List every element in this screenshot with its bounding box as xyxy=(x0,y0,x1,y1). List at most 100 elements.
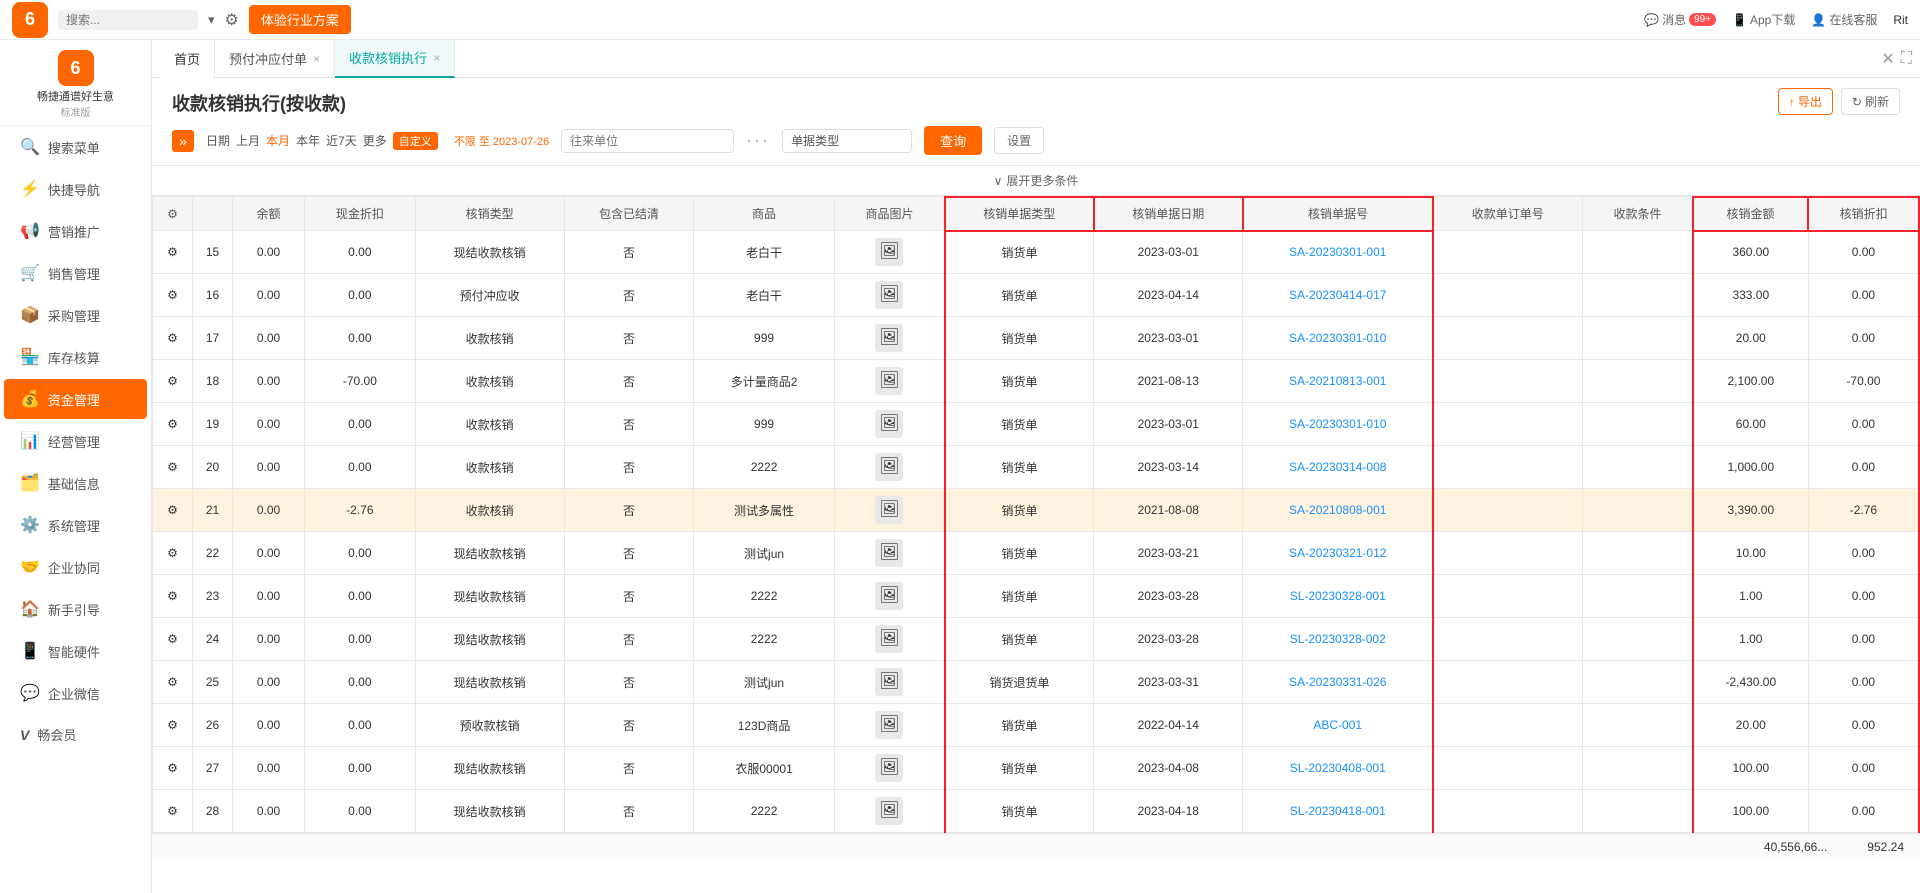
bill-no-link[interactable]: SA-20230314-008 xyxy=(1289,460,1386,474)
bill-type-select[interactable]: 单据类型 xyxy=(782,129,912,153)
row-bill-no[interactable]: SA-20230301-010 xyxy=(1243,403,1433,446)
tab-close-icon[interactable]: ✕ xyxy=(1881,49,1894,69)
row-gear[interactable]: ⚙ xyxy=(153,489,193,532)
row-gear[interactable]: ⚙ xyxy=(153,790,193,833)
row-gear[interactable]: ⚙ xyxy=(153,532,193,575)
app-download-link[interactable]: 📱 App下载 xyxy=(1732,11,1795,28)
row-bill-no[interactable]: SL-20230328-001 xyxy=(1243,575,1433,618)
row-verify-amount: 60.00 xyxy=(1693,403,1809,446)
row-gear[interactable]: ⚙ xyxy=(153,274,193,317)
bill-no-link[interactable]: SL-20230408-001 xyxy=(1290,761,1386,775)
bill-no-link[interactable]: ABC-001 xyxy=(1313,718,1362,732)
bill-no-link[interactable]: SA-20210813-001 xyxy=(1289,374,1386,388)
online-service-link[interactable]: 👤 在线客服 xyxy=(1811,11,1877,28)
tab-expand-icon[interactable]: ⛶ xyxy=(1901,50,1912,68)
sidebar-item-purchase[interactable]: 📦 采购管理 xyxy=(4,295,147,335)
bill-no-link[interactable]: SL-20230328-002 xyxy=(1290,632,1386,646)
tab-prepay[interactable]: 预付冲应付单 × xyxy=(215,40,335,78)
bill-no-link[interactable]: SA-20230301-010 xyxy=(1289,417,1386,431)
row-bill-no[interactable]: SA-20230301-010 xyxy=(1243,317,1433,360)
expand-conditions-bar[interactable]: ∨ 展开更多条件 xyxy=(152,166,1920,196)
row-bill-no[interactable]: SA-20230301-001 xyxy=(1243,231,1433,274)
sidebar-item-search[interactable]: 🔍 搜索菜单 xyxy=(4,127,147,167)
sidebar-item-wechat[interactable]: 💬 企业微信 xyxy=(4,673,147,713)
date-last-month[interactable]: 上月 xyxy=(236,132,260,149)
row-balance: 0.00 xyxy=(233,274,305,317)
row-bill-no[interactable]: SA-20210813-001 xyxy=(1243,360,1433,403)
sidebar-item-inventory[interactable]: 🏪 库存核算 xyxy=(4,337,147,377)
tab-prepay-close-icon[interactable]: × xyxy=(313,52,320,66)
bill-no-link[interactable]: SA-20230414-017 xyxy=(1289,288,1386,302)
date-custom[interactable]: 自定义 xyxy=(393,132,438,150)
refresh-button[interactable]: ↻ 刷新 xyxy=(1841,88,1900,115)
industry-solution-button[interactable]: 体验行业方案 xyxy=(249,5,351,34)
row-gear[interactable]: ⚙ xyxy=(153,747,193,790)
row-bill-no[interactable]: SL-20230328-002 xyxy=(1243,618,1433,661)
sidebar-item-marketing[interactable]: 📢 营销推广 xyxy=(4,211,147,251)
top-search-input[interactable] xyxy=(58,10,198,30)
row-bill-no[interactable]: SL-20230408-001 xyxy=(1243,747,1433,790)
row-bill-no[interactable]: SL-20230418-001 xyxy=(1243,790,1433,833)
row-verify-discount: 0.00 xyxy=(1808,575,1919,618)
settings-gear-icon[interactable]: ⚙ xyxy=(225,10,239,30)
sidebar-item-sales[interactable]: 🛒 销售管理 xyxy=(4,253,147,293)
setting-button[interactable]: 设置 xyxy=(994,127,1044,154)
sidebar-item-hardware[interactable]: 📱 智能硬件 xyxy=(4,631,147,671)
date-7days[interactable]: 近7天 xyxy=(326,132,357,149)
row-bill-no[interactable]: SA-20210808-001 xyxy=(1243,489,1433,532)
dropdown-arrow[interactable]: ▾ xyxy=(208,12,215,28)
row-verify-discount: 0.00 xyxy=(1808,231,1919,274)
col-gear[interactable]: ⚙ xyxy=(153,197,193,231)
row-receipt-cond xyxy=(1582,661,1693,704)
row-bill-no[interactable]: SA-20230321-012 xyxy=(1243,532,1433,575)
row-bill-no[interactable]: SA-20230331-026 xyxy=(1243,661,1433,704)
row-bill-no[interactable]: ABC-001 xyxy=(1243,704,1433,747)
bill-no-link[interactable]: SL-20230328-001 xyxy=(1290,589,1386,603)
row-bill-no[interactable]: SA-20230414-017 xyxy=(1243,274,1433,317)
message-link[interactable]: 💬 消息 99+ xyxy=(1644,11,1716,28)
bill-no-link[interactable]: SA-20230301-010 xyxy=(1289,331,1386,345)
row-seq: 22 xyxy=(193,532,233,575)
sidebar-item-operations[interactable]: 📊 经营管理 xyxy=(4,421,147,461)
sidebar-item-enterprise[interactable]: 🤝 企业协同 xyxy=(4,547,147,587)
row-balance: 0.00 xyxy=(233,704,305,747)
row-gear[interactable]: ⚙ xyxy=(153,704,193,747)
row-gear[interactable]: ⚙ xyxy=(153,575,193,618)
row-included: 否 xyxy=(564,532,694,575)
table-area[interactable]: ⚙ 余额 现金折扣 核销类型 包含已结清 商品 商品图片 核销单据类型 核销单据… xyxy=(152,196,1920,893)
row-gear[interactable]: ⚙ xyxy=(153,360,193,403)
user-name[interactable]: Rit xyxy=(1893,13,1908,27)
date-more[interactable]: 更多 xyxy=(363,132,387,149)
bill-no-link[interactable]: SA-20230331-026 xyxy=(1289,675,1386,689)
sidebar-item-base[interactable]: 🗂️ 基础信息 xyxy=(4,463,147,503)
bill-no-link[interactable]: SL-20230418-001 xyxy=(1290,804,1386,818)
tab-home[interactable]: 首页 xyxy=(160,40,215,78)
sidebar-item-finance[interactable]: 💰 资金管理 xyxy=(4,379,147,419)
sidebar-item-member[interactable]: V 畅会员 xyxy=(4,715,147,754)
row-included: 否 xyxy=(564,790,694,833)
row-gear[interactable]: ⚙ xyxy=(153,231,193,274)
export-button[interactable]: ↑ 导出 xyxy=(1778,88,1833,115)
bill-no-link[interactable]: SA-20230321-012 xyxy=(1289,546,1386,560)
tab-writeoff[interactable]: 收款核销执行 × xyxy=(335,40,455,78)
bill-no-link[interactable]: SA-20230301-001 xyxy=(1289,245,1386,259)
row-gear[interactable]: ⚙ xyxy=(153,446,193,489)
sidebar-item-guide[interactable]: 🏠 新手引导 xyxy=(4,589,147,629)
source-unit-input[interactable] xyxy=(561,129,734,153)
date-this-year[interactable]: 本年 xyxy=(296,132,320,149)
row-bill-no[interactable]: SA-20230314-008 xyxy=(1243,446,1433,489)
row-gear[interactable]: ⚙ xyxy=(153,403,193,446)
row-bill-date: 2023-03-28 xyxy=(1094,618,1243,661)
filter-expand-button[interactable]: » xyxy=(172,130,194,152)
date-this-month[interactable]: 本月 xyxy=(266,132,290,149)
sidebar-item-shortcut[interactable]: ⚡ 快捷导航 xyxy=(4,169,147,209)
row-goods-img: 🖼 xyxy=(834,360,945,403)
row-gear[interactable]: ⚙ xyxy=(153,661,193,704)
row-included: 否 xyxy=(564,575,694,618)
row-gear[interactable]: ⚙ xyxy=(153,317,193,360)
bill-no-link[interactable]: SA-20210808-001 xyxy=(1289,503,1386,517)
sidebar-item-system[interactable]: ⚙️ 系统管理 xyxy=(4,505,147,545)
tab-writeoff-close-icon[interactable]: × xyxy=(433,51,440,65)
query-button[interactable]: 查询 xyxy=(924,126,982,155)
row-gear[interactable]: ⚙ xyxy=(153,618,193,661)
